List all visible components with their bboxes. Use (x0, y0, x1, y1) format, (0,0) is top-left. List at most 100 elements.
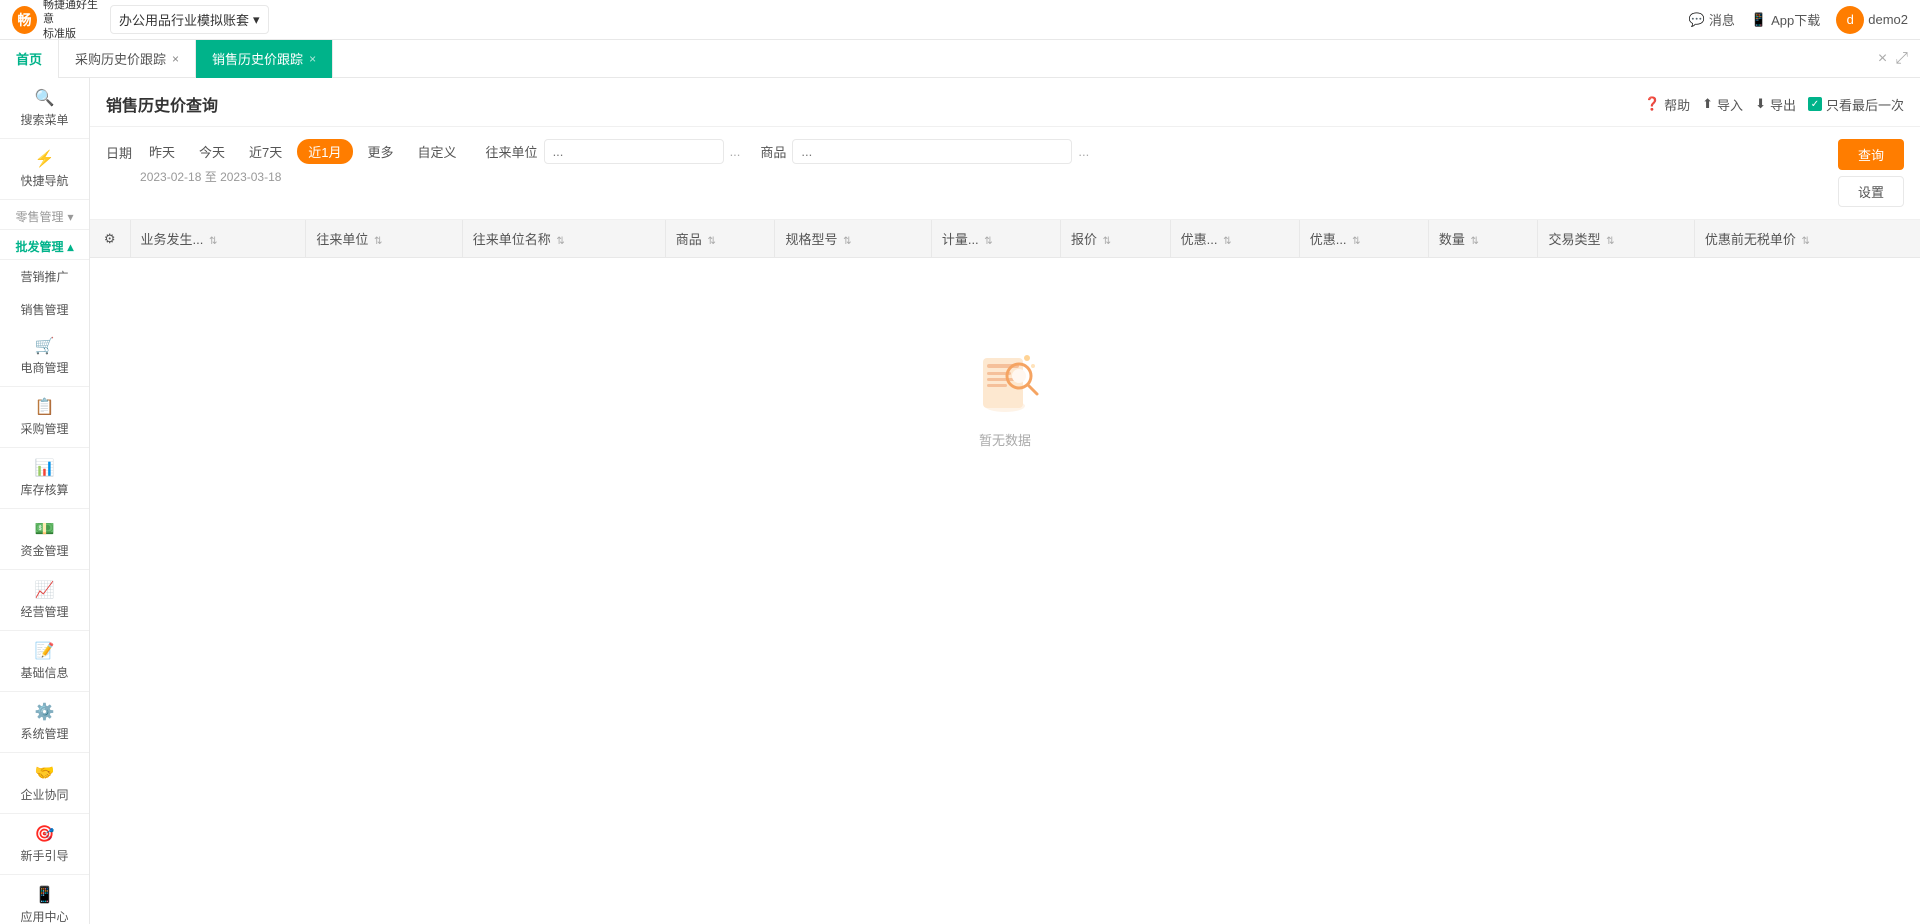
sidebar-item-enterprise-collab[interactable]: 🤝 企业协同 (0, 753, 89, 814)
empty-text: 暂无数据 (979, 430, 1031, 449)
th-quote[interactable]: 报价 ⇅ (1060, 220, 1170, 258)
page-header-actions: ❓ 帮助 ⬆ 导入 ⬇ 导出 ✓ 只看最后一次 (1644, 95, 1904, 114)
sort-discount2-icon: ⇅ (1352, 236, 1360, 247)
product-filter-dots: ... (1078, 144, 1089, 159)
partner-filter-dots: ... (730, 144, 741, 159)
sidebar-item-inventory-check[interactable]: 📊 库存核算 (0, 448, 89, 509)
content-area: 销售历史价查询 ❓ 帮助 ⬆ 导入 ⬇ 导出 ✓ (90, 78, 1920, 924)
sidebar-item-retail-mgmt[interactable]: 零售管理 ▾ (0, 200, 89, 230)
tab-sales-label: 销售历史价跟踪 (212, 49, 303, 68)
th-settings[interactable]: ⚙ (90, 220, 130, 258)
sort-product-icon: ⇅ (707, 236, 715, 247)
only-last-checkbox[interactable]: ✓ (1808, 97, 1822, 111)
empty-state: 暂无数据 (90, 258, 1920, 529)
system-icon: ⚙️ (35, 702, 55, 722)
partner-filter-field: 往来单位 ... (486, 139, 741, 164)
import-button[interactable]: ⬆ 导入 (1702, 95, 1743, 114)
th-quantity[interactable]: 数量 ⇅ (1428, 220, 1538, 258)
tab-purchase-history[interactable]: 采购历史价跟踪 × (59, 40, 196, 78)
sidebar-item-wholesale-mgmt[interactable]: 批发管理 ▴ (0, 230, 89, 260)
date-range-display: 2023-02-18 至 2023-03-18 (140, 168, 466, 185)
inventory-icon: 📊 (35, 458, 55, 478)
logo-icon: 畅 (12, 6, 37, 34)
table-header: ⚙ 业务发生... ⇅ 往来单位 ⇅ 往来单位名称 ⇅ (90, 220, 1920, 258)
download-icon: 📱 (1751, 12, 1767, 28)
account-selector[interactable]: 办公用品行业模拟账套 ▾ (110, 5, 269, 34)
message-button[interactable]: 💬 消息 (1689, 10, 1735, 29)
sidebar-item-basic-info[interactable]: 📝 基础信息 (0, 631, 89, 692)
sort-partner-code-icon: ⇅ (374, 236, 382, 247)
date-btn-last1month[interactable]: 近1月 (297, 139, 352, 164)
th-trade-type[interactable]: 交易类型 ⇅ (1538, 220, 1694, 258)
table-container: ⚙ 业务发生... ⇅ 往来单位 ⇅ 往来单位名称 ⇅ (90, 220, 1920, 529)
tab-sales-close-icon[interactable]: × (309, 52, 316, 66)
export-icon: ⬇ (1755, 96, 1766, 112)
th-product[interactable]: 商品 ⇅ (665, 220, 775, 258)
th-spec[interactable]: 规格型号 ⇅ (775, 220, 931, 258)
sidebar-item-new-guide[interactable]: 🎯 新手引导 (0, 814, 89, 875)
sort-biz-date-icon: ⇅ (209, 236, 217, 247)
sort-quantity-icon: ⇅ (1470, 236, 1478, 247)
tab-sales-history[interactable]: 销售历史价跟踪 × (196, 40, 333, 78)
sort-trade-type-icon: ⇅ (1606, 236, 1614, 247)
help-button[interactable]: ❓ 帮助 (1644, 95, 1690, 114)
th-discount2[interactable]: 优惠... ⇅ (1299, 220, 1428, 258)
sidebar-item-ecommerce-mgmt[interactable]: 🛒 电商管理 (0, 326, 89, 387)
filter-bar: 日期 昨天 今天 近7天 近1月 更多 自定义 2023-02-18 至 202… (90, 127, 1920, 220)
tab-close-all-icon[interactable]: × (1878, 50, 1887, 68)
basic-info-icon: 📝 (35, 641, 55, 661)
app-download-button[interactable]: 📱 App下载 (1751, 10, 1820, 29)
sidebar-item-search-menu[interactable]: 🔍 搜索菜单 (0, 78, 89, 139)
date-btn-more[interactable]: 更多 (359, 139, 403, 164)
tab-home[interactable]: 首页 (0, 40, 59, 78)
product-filter-input[interactable] (792, 139, 1072, 164)
date-btn-last7days[interactable]: 近7天 (240, 139, 291, 164)
sidebar-item-system-mgmt[interactable]: ⚙️ 系统管理 (0, 692, 89, 753)
partner-filter-label: 往来单位 (486, 142, 538, 161)
sidebar-sub-sales-mgmt[interactable]: 销售管理 (0, 293, 89, 326)
top-bar: 畅 畅捷通好生意 标准版 办公用品行业模拟账套 ▾ 💬 消息 📱 App下载 d… (0, 0, 1920, 40)
th-partner-code[interactable]: 往来单位 ⇅ (306, 220, 462, 258)
sidebar-item-finance-mgmt[interactable]: 💵 资金管理 (0, 509, 89, 570)
sidebar-item-app-center[interactable]: 📱 应用中心 (0, 875, 89, 924)
sort-partner-name-icon: ⇅ (556, 236, 564, 247)
empty-icon (965, 338, 1045, 418)
date-btn-today[interactable]: 今天 (190, 139, 234, 164)
th-discount1[interactable]: 优惠... ⇅ (1170, 220, 1299, 258)
top-right-actions: 💬 消息 📱 App下载 d demo2 (1689, 6, 1908, 34)
sidebar-item-purchase-mgmt[interactable]: 📋 采购管理 (0, 387, 89, 448)
export-button[interactable]: ⬇ 导出 (1755, 95, 1796, 114)
settings-button[interactable]: 设置 (1838, 176, 1904, 207)
sidebar-item-operations-mgmt[interactable]: 📈 经营管理 (0, 570, 89, 631)
avatar: d (1836, 6, 1864, 34)
finance-icon: 💵 (35, 519, 55, 539)
sidebar-sub-marketing[interactable]: 营销推广 (0, 260, 89, 293)
partner-filter-input[interactable] (544, 139, 724, 164)
sidebar-item-quick-nav[interactable]: ⚡ 快捷导航 (0, 139, 89, 200)
import-icon: ⬆ (1702, 96, 1713, 112)
wholesale-arrow-icon: ▴ (67, 240, 73, 254)
th-unit[interactable]: 计量... ⇅ (931, 220, 1060, 258)
sort-unit-icon: ⇅ (984, 236, 992, 247)
tab-purchase-close-icon[interactable]: × (172, 52, 179, 66)
user-avatar-button[interactable]: d demo2 (1836, 6, 1908, 34)
query-button[interactable]: 查询 (1838, 139, 1904, 170)
sort-spec-icon: ⇅ (843, 236, 851, 247)
retail-arrow-icon: ▾ (67, 210, 73, 224)
only-last-checkbox-group[interactable]: ✓ 只看最后一次 (1808, 95, 1904, 114)
search-icon: 🔍 (35, 88, 55, 108)
help-icon: ❓ (1644, 96, 1660, 112)
page-container: 销售历史价查询 ❓ 帮助 ⬆ 导入 ⬇ 导出 ✓ (90, 78, 1920, 924)
date-btn-yesterday[interactable]: 昨天 (140, 139, 184, 164)
th-partner-name[interactable]: 往来单位名称 ⇅ (462, 220, 665, 258)
th-pre-tax-price[interactable]: 优惠前无税单价 ⇅ (1694, 220, 1920, 258)
date-btn-custom[interactable]: 自定义 (409, 139, 466, 164)
sidebar: 🔍 搜索菜单 ⚡ 快捷导航 零售管理 ▾ 批发管理 ▴ 营销推广 销售管理 🛒 … (0, 78, 90, 924)
tab-expand-icon[interactable]: ⤢ (1895, 50, 1908, 68)
sort-discount1-icon: ⇅ (1223, 236, 1231, 247)
product-filter-field: 商品 ... (760, 139, 1089, 164)
th-biz-date[interactable]: 业务发生... ⇅ (130, 220, 306, 258)
tab-bar: 首页 采购历史价跟踪 × 销售历史价跟踪 × × ⤢ (0, 40, 1920, 78)
ecommerce-icon: 🛒 (35, 336, 55, 356)
main-layout: 🔍 搜索菜单 ⚡ 快捷导航 零售管理 ▾ 批发管理 ▴ 营销推广 销售管理 🛒 … (0, 78, 1920, 924)
